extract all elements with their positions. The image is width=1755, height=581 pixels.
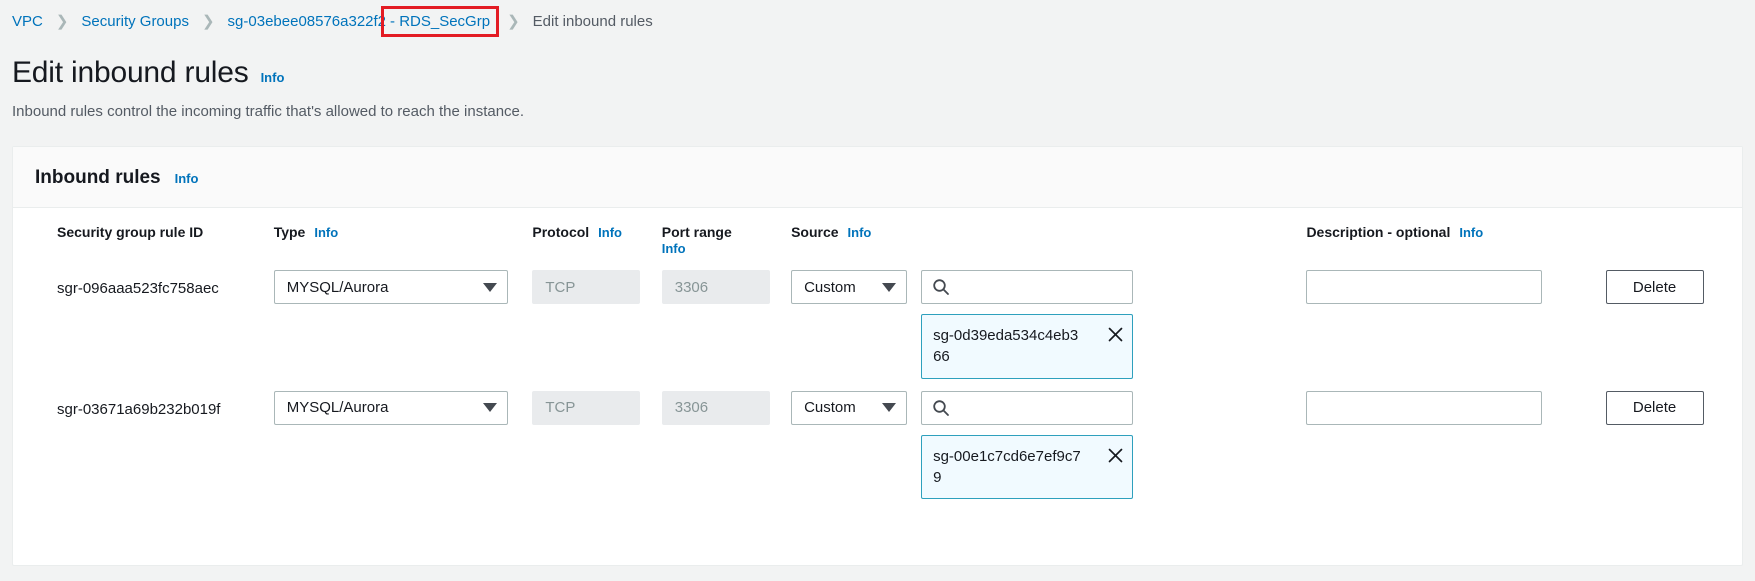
table-row: sgr-096aaa523fc758aec MYSQL/Aurora TCP 3… bbox=[13, 264, 1742, 385]
search-icon bbox=[933, 399, 949, 416]
port-range-value: 3306 bbox=[674, 399, 709, 417]
chevron-down-icon bbox=[482, 403, 497, 413]
page-description: Inbound rules control the incoming traff… bbox=[12, 103, 525, 120]
cell-port-range: 3306 bbox=[661, 264, 791, 385]
header-protocol-info-link[interactable]: Info bbox=[598, 225, 622, 240]
inbound-rules-table: Security group rule ID Type Info Protocol… bbox=[13, 208, 1742, 505]
header-source: Source Info bbox=[791, 224, 872, 240]
description-input[interactable] bbox=[1306, 390, 1543, 425]
section-info-link[interactable]: Info bbox=[175, 171, 199, 186]
source-search-input[interactable] bbox=[921, 270, 1134, 304]
source-token-label: sg-0d39eda534c4eb366 bbox=[933, 327, 1079, 366]
breadcrumb-security-group-name-highlight[interactable]: - RDS_SecGrp bbox=[381, 5, 500, 37]
table-row: sgr-03671a69b232b019f MYSQL/Aurora TCP 3… bbox=[13, 385, 1742, 506]
source-token-label: sg-00e1c7cd6e7ef9c79 bbox=[933, 447, 1081, 486]
table-body: sgr-096aaa523fc758aec MYSQL/Aurora TCP 3… bbox=[13, 264, 1742, 505]
cell-protocol: TCP bbox=[532, 264, 661, 385]
header-rule-id: Security group rule ID bbox=[57, 224, 204, 240]
page-title: Edit inbound rules bbox=[12, 56, 249, 89]
port-range-input: 3306 bbox=[661, 390, 770, 425]
cell-description bbox=[1306, 385, 1605, 506]
remove-token-button[interactable] bbox=[1107, 447, 1124, 464]
chevron-down-icon bbox=[882, 282, 897, 292]
header-protocol: Protocol Info bbox=[532, 224, 622, 240]
delete-button[interactable]: Delete bbox=[1605, 390, 1704, 425]
header-actions bbox=[1606, 208, 1742, 264]
delete-button[interactable]: Delete bbox=[1605, 270, 1704, 304]
page-title-row: Edit inbound rules Info bbox=[12, 56, 1755, 90]
source-type-value: Custom bbox=[804, 278, 856, 296]
source-type-dropdown[interactable]: Custom bbox=[791, 390, 908, 425]
close-icon bbox=[1108, 327, 1123, 342]
header-description-info-link[interactable]: Info bbox=[1459, 225, 1483, 240]
breadcrumb-security-group-id[interactable]: sg-03ebee08576a322f2 bbox=[228, 13, 386, 30]
breadcrumb-separator-icon: ❯ bbox=[201, 12, 215, 30]
source-type-dropdown[interactable]: Custom bbox=[791, 270, 908, 304]
inbound-rules-header: Inbound rules Info bbox=[13, 147, 1742, 208]
cell-protocol: TCP bbox=[532, 385, 661, 506]
page-header: Edit inbound rules Info Inbound rules co… bbox=[0, 42, 1755, 120]
page-info-link[interactable]: Info bbox=[261, 70, 285, 85]
type-dropdown[interactable]: MYSQL/Aurora bbox=[273, 270, 508, 304]
close-icon bbox=[1108, 448, 1123, 462]
protocol-input: TCP bbox=[532, 270, 641, 304]
breadcrumb-item-security-groups[interactable]: Security Groups bbox=[81, 13, 189, 30]
cell-rule-id: sgr-03671a69b232b019f bbox=[13, 385, 274, 506]
header-type: Type Info bbox=[273, 224, 339, 240]
cell-description bbox=[1306, 264, 1605, 385]
protocol-value: TCP bbox=[545, 399, 576, 417]
chevron-down-icon bbox=[482, 282, 497, 292]
port-range-input: 3306 bbox=[661, 270, 770, 304]
type-dropdown[interactable]: MYSQL/Aurora bbox=[273, 390, 508, 425]
cell-actions: Delete bbox=[1605, 385, 1742, 506]
breadcrumb-separator-icon: ❯ bbox=[507, 12, 520, 30]
rule-id-value: sgr-03671a69b232b019f bbox=[57, 400, 221, 418]
cell-rule-id: sgr-096aaa523fc758aec bbox=[13, 264, 274, 385]
search-icon bbox=[933, 279, 949, 295]
source-search-input[interactable] bbox=[921, 390, 1134, 425]
inbound-rules-card: Inbound rules Info Security group rule I… bbox=[12, 146, 1743, 566]
breadcrumb-separator-icon: ❯ bbox=[55, 12, 69, 30]
breadcrumb: VPC ❯ Security Groups ❯ sg-03ebee08576a3… bbox=[0, 0, 1755, 42]
cell-type: MYSQL/Aurora bbox=[273, 264, 533, 385]
remove-token-button[interactable] bbox=[1107, 326, 1124, 343]
breadcrumb-item-vpc[interactable]: VPC bbox=[12, 13, 43, 30]
protocol-value: TCP bbox=[545, 278, 576, 296]
source-token-chip: sg-00e1c7cd6e7ef9c79 bbox=[921, 434, 1134, 500]
rule-id-value: sgr-096aaa523fc758aec bbox=[57, 280, 219, 297]
source-token-chip: sg-0d39eda534c4eb366 bbox=[921, 314, 1134, 379]
header-type-info-link[interactable]: Info bbox=[314, 225, 338, 240]
protocol-input: TCP bbox=[532, 390, 641, 425]
cell-actions: Delete bbox=[1605, 264, 1742, 385]
cell-source: Custom sg-00e1c7cd6e7ef9c79 bbox=[791, 385, 1306, 506]
header-description: Description - optional Info bbox=[1306, 224, 1484, 240]
source-type-value: Custom bbox=[804, 399, 856, 417]
table-header-row: Security group rule ID Type Info Protocol… bbox=[13, 208, 1742, 264]
port-range-value: 3306 bbox=[674, 278, 709, 296]
type-dropdown-value: MYSQL/Aurora bbox=[286, 399, 389, 417]
breadcrumb-item-security-group[interactable]: sg-03ebee08576a322f2 - RDS_SecGrp bbox=[228, 5, 500, 37]
cell-source: Custom sg-0d39eda534c4eb366 bbox=[791, 264, 1306, 385]
header-port-range: Port range Info bbox=[661, 224, 732, 256]
header-source-info-link[interactable]: Info bbox=[848, 225, 872, 240]
type-dropdown-value: MYSQL/Aurora bbox=[286, 278, 389, 296]
chevron-down-icon bbox=[882, 403, 897, 413]
section-title: Inbound rules bbox=[35, 167, 161, 188]
cell-port-range: 3306 bbox=[661, 385, 791, 506]
description-input[interactable] bbox=[1306, 270, 1543, 304]
breadcrumb-item-current: Edit inbound rules bbox=[532, 12, 653, 30]
table-header: Security group rule ID Type Info Protocol… bbox=[13, 208, 1742, 264]
header-port-range-info-link[interactable]: Info bbox=[662, 241, 686, 256]
cell-type: MYSQL/Aurora bbox=[273, 385, 533, 506]
